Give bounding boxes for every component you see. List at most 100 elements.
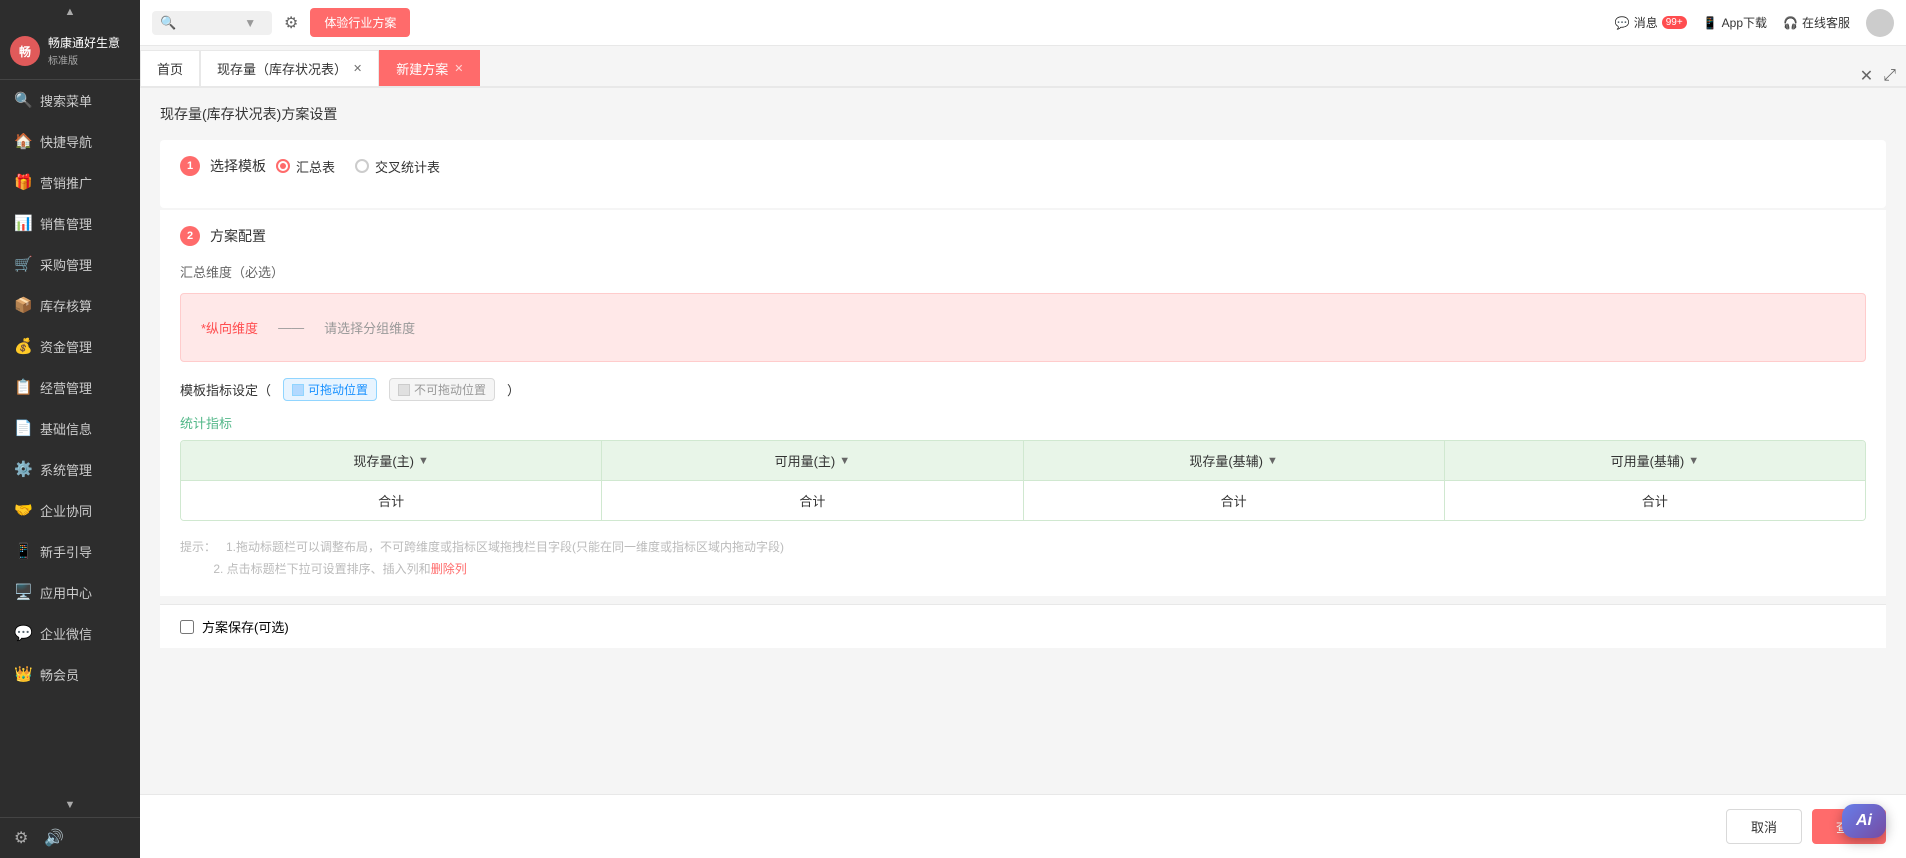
sidebar-footer: ⚙ 🔊 [0,817,140,858]
stats-table-header: 现存量(主) ▼ 可用量(主) ▼ 现存量(基辅) ▼ 可用量(基辅) [181,441,1865,480]
chart-icon: 📊 [14,214,32,232]
sidebar-scroll-up[interactable]: ▲ [0,0,140,24]
volume-icon[interactable]: 🔊 [44,828,64,848]
footer-bar: 取消 查询 [140,794,1906,858]
sidebar-item-operation[interactable]: 📋 经营管理 [0,367,140,408]
message-badge: 99+ [1662,16,1687,29]
sidebar-item-shortcut[interactable]: 🏠 快捷导航 [0,121,140,162]
panel-close-icon[interactable]: ✕ [1860,66,1873,86]
cart-icon: 🛒 [14,255,32,273]
message-icon: 💬 [1615,16,1630,30]
step1-badge: 1 [180,156,200,176]
stats-col-2-chevron[interactable]: ▼ [1267,455,1278,467]
online-service-label: 在线客服 [1802,14,1850,31]
stats-col-1[interactable]: 可用量(主) ▼ [602,441,1023,480]
stats-cell-0-1: 合计 [602,481,1023,520]
app-download-label: App下载 [1722,14,1767,31]
sidebar-item-finance[interactable]: 💰 资金管理 [0,326,140,367]
indicator-label: 模板指标设定（ [180,380,271,399]
headphone-icon: 🎧 [1783,16,1798,30]
sidebar-item-label: 资金管理 [40,337,92,356]
sidebar-item-wechat[interactable]: 💬 企业微信 [0,613,140,654]
radio-summary-label: 汇总表 [296,157,335,176]
draggable-label: 可拖动位置 [308,381,368,398]
sidebar-item-purchase[interactable]: 🛒 采购管理 [0,244,140,285]
app-name: 畅康通好生意 [48,36,120,52]
gift-icon: 🎁 [14,173,32,191]
sidebar-item-appcenter[interactable]: 🖥️ 应用中心 [0,572,140,613]
tab-home-label: 首页 [157,59,183,78]
dimension-placeholder: 请选择分组维度 [324,318,415,337]
settings-icon[interactable]: ⚙ [14,828,28,848]
search-icon: 🔍 [14,91,32,109]
stats-col-0[interactable]: 现存量(主) ▼ [181,441,602,480]
crown-icon: 👑 [14,665,32,683]
user-avatar[interactable] [1866,9,1894,37]
save-checkbox[interactable] [180,620,194,634]
search-input[interactable] [180,16,240,30]
sidebar-item-enterprise[interactable]: 🤝 企业协同 [0,490,140,531]
search-dropdown-icon[interactable]: ▼ [244,16,256,30]
panel-expand-icon[interactable]: ⤢ [1883,67,1896,85]
online-service-button[interactable]: 🎧 在线客服 [1783,14,1850,31]
template-radio-group: 汇总表 交叉统计表 [276,157,440,176]
stats-cell-0-0: 合计 [181,481,602,520]
tab-new-plan[interactable]: 新建方案 ✕ [379,50,480,86]
gear-icon: ⚙️ [14,460,32,478]
app-download-button[interactable]: 📱 App下载 [1703,14,1767,31]
sidebar-scroll-down[interactable]: ▼ [0,793,140,817]
stats-col-0-chevron[interactable]: ▼ [418,455,429,467]
stats-section: 统计指标 现存量(主) ▼ 可用量(主) ▼ 现存量(基辅) [180,413,1866,521]
phone-icon: 📱 [1703,16,1718,30]
radio-cross[interactable]: 交叉统计表 [355,157,440,176]
cancel-button[interactable]: 取消 [1726,809,1802,844]
step1-section: 1 选择模板 汇总表 交叉统计表 [160,140,1886,208]
sidebar-item-label: 采购管理 [40,255,92,274]
radio-summary-dot [276,159,290,173]
sidebar-item-marketing[interactable]: 🎁 营销推广 [0,162,140,203]
dimension-box[interactable]: *纵向维度 —— 请选择分组维度 [180,293,1866,362]
sidebar-item-newbie[interactable]: 📱 新手引导 [0,531,140,572]
tab-inventory-close-icon[interactable]: ✕ [353,62,362,75]
sidebar-item-label: 经营管理 [40,378,92,397]
stats-col-3[interactable]: 可用量(基辅) ▼ [1445,441,1865,480]
radio-cross-dot [355,159,369,173]
tab-inventory-status[interactable]: 现存量（库存状况表） ✕ [200,50,379,86]
sidebar-item-label: 基础信息 [40,419,92,438]
stats-col-3-chevron[interactable]: ▼ [1688,455,1699,467]
summary-dimension-label: 汇总维度（必选） [180,262,1866,281]
tab-inventory-label: 现存量（库存状况表） [217,59,347,78]
sidebar-item-system[interactable]: ⚙️ 系统管理 [0,449,140,490]
radio-summary[interactable]: 汇总表 [276,157,335,176]
sidebar-item-basic[interactable]: 📄 基础信息 [0,408,140,449]
tab-new-plan-close-icon[interactable]: ✕ [454,62,463,75]
ai-badge[interactable]: Ai [1842,804,1886,838]
stats-table: 现存量(主) ▼ 可用量(主) ▼ 现存量(基辅) ▼ 可用量(基辅) [180,440,1866,521]
clipboard-icon: 📋 [14,378,32,396]
sidebar-item-inventory[interactable]: 📦 库存核算 [0,285,140,326]
fixed-tag: 不可拖动位置 [389,378,495,401]
search-box[interactable]: 🔍 ▼ [152,11,272,35]
stats-cell-0-3: 合计 [1445,481,1865,520]
sidebar-item-member[interactable]: 👑 畅会员 [0,654,140,695]
stats-col-1-chevron[interactable]: ▼ [839,455,850,467]
tab-home[interactable]: 首页 [140,50,200,86]
sidebar-item-label: 畅会员 [40,665,79,684]
doc-icon: 📄 [14,419,32,437]
message-label: 消息 [1634,14,1658,31]
handshake-icon: 🤝 [14,501,32,519]
page-content: 现存量(库存状况表)方案设置 1 选择模板 汇总表 交叉统计表 [140,88,1906,794]
message-button[interactable]: 💬 消息 99+ [1615,14,1687,31]
sidebar-item-label: 营销推广 [40,173,92,192]
stats-title: 统计指标 [180,413,1866,432]
tip-item-0: 提示： 1.拖动标题栏可以调整布局，不可跨维度或指标区域拖拽栏目字段(只能在同一… [180,537,1866,559]
money-icon: 💰 [14,337,32,355]
trial-button[interactable]: 体验行业方案 [310,8,410,37]
sidebar-item-search[interactable]: 🔍 搜索菜单 [0,80,140,121]
sidebar-item-label: 系统管理 [40,460,92,479]
sidebar-item-sales[interactable]: 📊 销售管理 [0,203,140,244]
mobile-icon: 📱 [14,542,32,560]
stats-col-1-label: 可用量(主) [775,451,836,470]
stats-col-2[interactable]: 现存量(基辅) ▼ [1024,441,1445,480]
settings-gear-icon[interactable]: ⚙ [284,13,298,33]
